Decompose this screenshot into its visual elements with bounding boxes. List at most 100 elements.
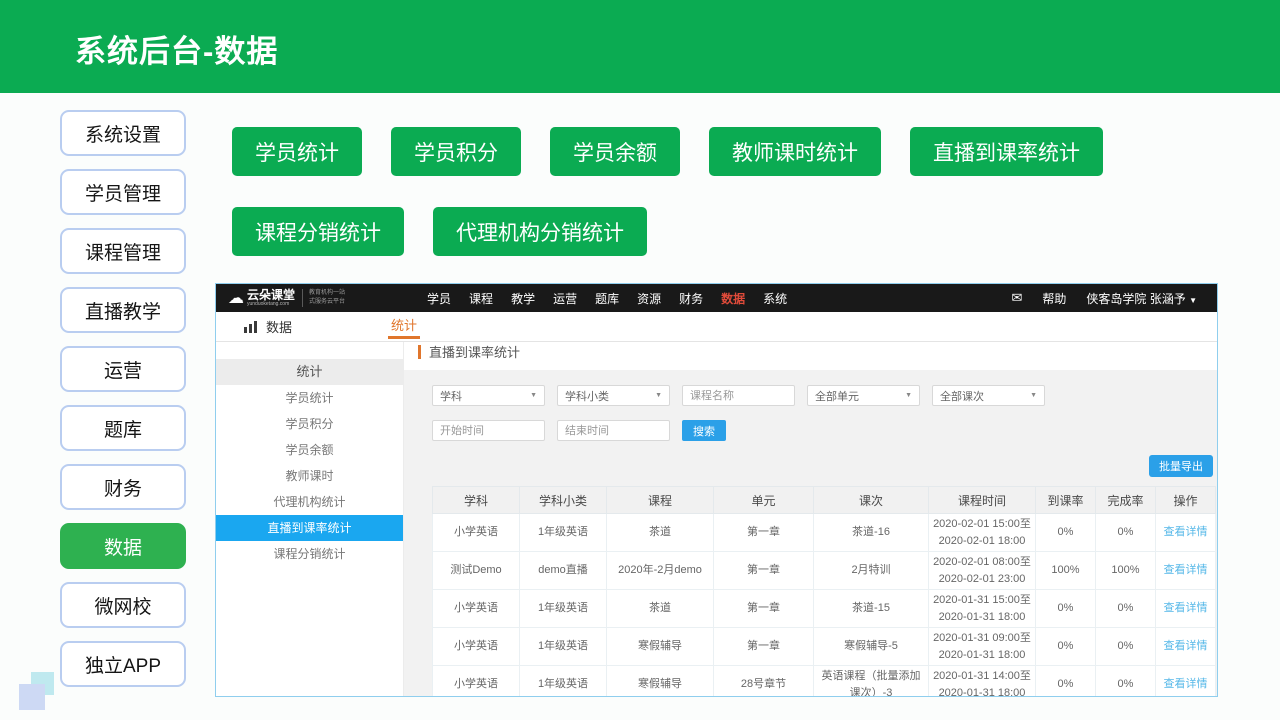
attendance-table: 学科 学科小类 课程 单元 课次 课程时间 到课率 完成率 操作	[432, 486, 1216, 697]
help-link[interactable]: 帮助	[1042, 290, 1066, 307]
subject-select[interactable]: 学科 ▼	[432, 385, 545, 406]
admin-top-nav: ☁ 云朵课堂 yunduoketang.com 教育机构一站 式服务云平台 学员…	[216, 284, 1217, 312]
tag-student-stats[interactable]: 学员统计	[232, 127, 362, 176]
tag-row-1: 学员统计 学员积分 学员余额 教师课时统计 直播到课率统计	[232, 127, 1103, 176]
sidebar-item-finance[interactable]: 财务	[60, 464, 186, 510]
nav-item-question-bank[interactable]: 题库	[595, 290, 619, 307]
content-header: 直播到课率统计	[404, 342, 1217, 370]
tag-agency-distribution-stats[interactable]: 代理机构分销统计	[433, 207, 647, 256]
main-sidebar: 系统设置 学员管理 课程管理 直播教学 运营 题库 财务 数据 微网校 独立AP…	[60, 110, 186, 700]
nav-item-finance[interactable]: 财务	[679, 290, 703, 307]
panel-item-course-distribution[interactable]: 课程分销统计	[216, 541, 403, 567]
batch-export-button[interactable]: 批量导出	[1149, 455, 1213, 477]
col-subject: 学科	[433, 487, 520, 514]
table-header-row: 学科 学科小类 课程 单元 课次 课程时间 到课率 完成率 操作	[433, 487, 1216, 514]
breadcrumb-section: 数据	[266, 317, 292, 336]
table-row: 小学英语 1年级英语 茶道 第一章 茶道-15 2020-01-31 15:00…	[433, 590, 1216, 628]
nav-item-teaching[interactable]: 教学	[511, 290, 535, 307]
breadcrumb: 数据	[244, 317, 292, 336]
col-attendance-rate: 到课率	[1036, 487, 1096, 514]
admin-screenshot: ☁ 云朵课堂 yunduoketang.com 教育机构一站 式服务云平台 学员…	[215, 283, 1218, 697]
panel-item-student-stats[interactable]: 学员统计	[216, 385, 403, 411]
lesson-select[interactable]: 全部课次 ▼	[932, 385, 1045, 406]
tag-row-2: 课程分销统计 代理机构分销统计	[232, 207, 647, 256]
view-details-link[interactable]: 查看详情	[1164, 564, 1208, 576]
cloud-icon: ☁	[228, 288, 244, 308]
chevron-down-icon: ▼	[1030, 392, 1037, 399]
tag-teacher-hours-stats[interactable]: 教师课时统计	[709, 127, 881, 176]
col-lesson: 课次	[814, 487, 929, 514]
panel-item-teacher-hours[interactable]: 教师课时	[216, 463, 403, 489]
table-row: 测试Demo demo直播 2020年-2月demo 第一章 2月特训 2020…	[433, 552, 1216, 590]
filter-row-1: 学科 ▼ 学科小类 ▼ 全部单元 ▼ 全部课次	[432, 385, 1213, 406]
chevron-down-icon: ▼	[530, 392, 537, 399]
nav-item-students[interactable]: 学员	[427, 290, 451, 307]
col-course-time: 课程时间	[929, 487, 1036, 514]
decorative-square-lavender	[19, 684, 45, 710]
search-button[interactable]: 搜索	[682, 420, 726, 441]
tag-student-balance[interactable]: 学员余额	[550, 127, 680, 176]
stats-content: 直播到课率统计 学科 ▼ 学科小类 ▼	[404, 342, 1217, 697]
sidebar-item-live-teaching[interactable]: 直播教学	[60, 287, 186, 333]
sidebar-item-system-settings[interactable]: 系统设置	[60, 110, 186, 156]
chevron-down-icon: ▼	[1189, 296, 1197, 305]
chevron-down-icon: ▼	[655, 392, 662, 399]
table-row: 小学英语 1年级英语 寒假辅导 28号章节 英语课程（批量添加课次）-3 202…	[433, 666, 1216, 698]
col-completion-rate: 完成率	[1096, 487, 1156, 514]
col-unit: 单元	[714, 487, 814, 514]
col-subject-sub: 学科小类	[520, 487, 607, 514]
view-details-link[interactable]: 查看详情	[1164, 602, 1208, 614]
table-row: 小学英语 1年级英语 寒假辅导 第一章 寒假辅导-5 2020-01-31 09…	[433, 628, 1216, 666]
page-header: 系统后台-数据	[0, 0, 1280, 93]
brand-domain: yunduoketang.com	[247, 302, 295, 307]
mail-icon[interactable]: ✉	[1011, 290, 1022, 306]
brand-tagline: 教育机构一站 式服务云平台	[302, 289, 345, 307]
panel-item-student-balance[interactable]: 学员余额	[216, 437, 403, 463]
tag-course-distribution-stats[interactable]: 课程分销统计	[232, 207, 404, 256]
nav-item-courses[interactable]: 课程	[469, 290, 493, 307]
view-details-link[interactable]: 查看详情	[1164, 526, 1208, 538]
nav-item-data[interactable]: 数据	[721, 290, 745, 307]
start-time-input[interactable]	[432, 420, 545, 441]
admin-nav-menu: 学员 课程 教学 运营 题库 资源 财务 数据 系统	[427, 290, 787, 307]
nav-item-resources[interactable]: 资源	[637, 290, 661, 307]
col-actions: 操作	[1156, 487, 1216, 514]
sidebar-item-standalone-app[interactable]: 独立APP	[60, 641, 186, 687]
bar-chart-icon	[244, 320, 259, 333]
sidebar-item-data[interactable]: 数据	[60, 523, 186, 569]
filter-row-2: 搜索	[432, 420, 1213, 441]
page-title: 系统后台-数据	[0, 0, 1280, 71]
admin-tab-bar: 数据 统计	[216, 312, 1217, 342]
panel-item-agency-stats[interactable]: 代理机构统计	[216, 489, 403, 515]
unit-select[interactable]: 全部单元 ▼	[807, 385, 920, 406]
end-time-input[interactable]	[557, 420, 670, 441]
nav-item-operations[interactable]: 运营	[553, 290, 577, 307]
admin-body: 统计 学员统计 学员积分 学员余额 教师课时 代理机构统计 直播到课率统计 课程…	[216, 342, 1217, 697]
view-details-link[interactable]: 查看详情	[1164, 678, 1208, 690]
panel-item-live-attendance[interactable]: 直播到课率统计	[216, 515, 403, 541]
tag-student-points[interactable]: 学员积分	[391, 127, 521, 176]
course-name-input[interactable]	[682, 385, 795, 406]
sidebar-item-question-bank[interactable]: 题库	[60, 405, 186, 451]
brand-logo[interactable]: ☁ 云朵课堂 yunduoketang.com 教育机构一站 式服务云平台	[228, 288, 345, 308]
sidebar-item-course-management[interactable]: 课程管理	[60, 228, 186, 274]
title-accent-bar	[418, 345, 421, 359]
subject-sub-select[interactable]: 学科小类 ▼	[557, 385, 670, 406]
content-title: 直播到课率统计	[418, 342, 520, 361]
page: 系统后台-数据 系统设置 学员管理 课程管理 直播教学 运营 题库 财务 数据 …	[0, 0, 1280, 720]
content-area: 学科 ▼ 学科小类 ▼ 全部单元 ▼ 全部课次	[404, 370, 1217, 697]
stats-sidebar-header: 统计	[216, 359, 403, 385]
sidebar-item-student-management[interactable]: 学员管理	[60, 169, 186, 215]
tab-statistics[interactable]: 统计	[388, 313, 420, 339]
brand-name: 云朵课堂	[247, 289, 295, 301]
view-details-link[interactable]: 查看详情	[1164, 640, 1208, 652]
chevron-down-icon: ▼	[905, 392, 912, 399]
account-menu[interactable]: 侠客岛学院 张涵予 ▼	[1086, 290, 1197, 307]
admin-nav-right: ✉ 帮助 侠客岛学院 张涵予 ▼	[1011, 290, 1205, 307]
stats-sidebar: 统计 学员统计 学员积分 学员余额 教师课时 代理机构统计 直播到课率统计 课程…	[216, 342, 404, 697]
sidebar-item-micro-school[interactable]: 微网校	[60, 582, 186, 628]
panel-item-student-points[interactable]: 学员积分	[216, 411, 403, 437]
nav-item-system[interactable]: 系统	[763, 290, 787, 307]
tag-live-attendance-stats[interactable]: 直播到课率统计	[910, 127, 1103, 176]
sidebar-item-operations[interactable]: 运营	[60, 346, 186, 392]
